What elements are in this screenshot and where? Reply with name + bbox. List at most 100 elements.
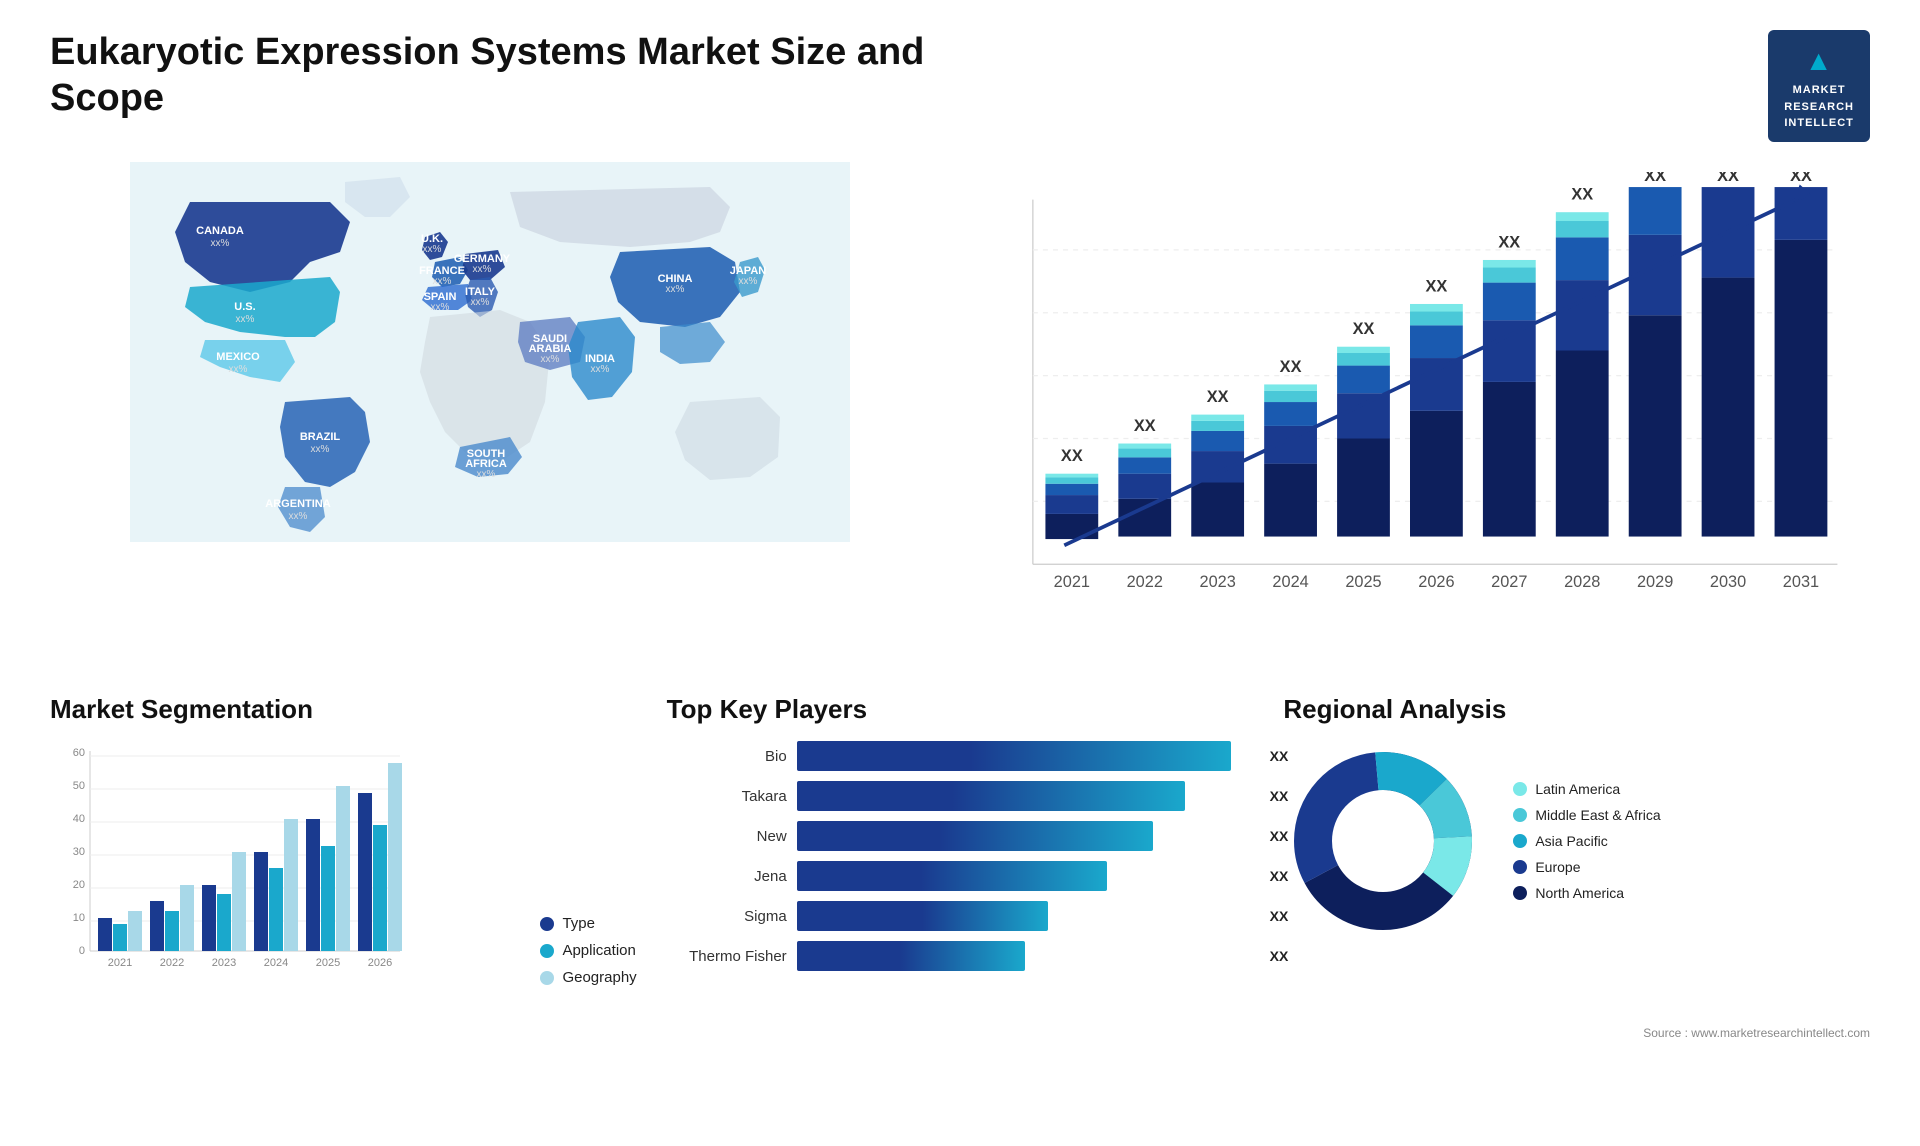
reg-label-europe: Europe xyxy=(1535,859,1580,875)
legend-type: Type xyxy=(540,915,636,932)
player-bar-fill-thermo xyxy=(797,941,1025,971)
svg-text:2023: 2023 xyxy=(212,957,236,969)
player-bar-fill-bio xyxy=(797,741,1231,771)
svg-text:xx%: xx% xyxy=(739,276,758,287)
reg-label-mea: Middle East & Africa xyxy=(1535,807,1660,823)
player-bar-fill-new xyxy=(797,821,1153,851)
legend-geography-label: Geography xyxy=(562,969,636,986)
svg-text:2022: 2022 xyxy=(1127,572,1163,590)
player-name-jena: Jena xyxy=(667,868,787,885)
svg-text:U.S.: U.S. xyxy=(234,301,255,313)
svg-text:xx%: xx% xyxy=(591,364,610,375)
svg-text:20: 20 xyxy=(73,879,85,891)
svg-text:2025: 2025 xyxy=(316,957,340,969)
reg-dot-mea xyxy=(1513,808,1527,822)
svg-text:MEXICO: MEXICO xyxy=(216,351,260,363)
svg-text:XX: XX xyxy=(1280,357,1302,375)
reg-dot-north-america xyxy=(1513,886,1527,900)
reg-legend-north-america: North America xyxy=(1513,885,1660,901)
svg-text:xx%: xx% xyxy=(289,511,308,522)
logo-box: ▲ MARKET RESEARCH INTELLECT xyxy=(1768,30,1870,142)
bar-chart-svg: XX XX XX XX xyxy=(970,172,1850,655)
svg-text:xx%: xx% xyxy=(473,264,492,275)
player-row-thermo: Thermo Fisher XX xyxy=(667,941,1254,971)
world-map: CANADA xx% U.S. xx% MEXICO xx% BRAZIL xx… xyxy=(50,162,930,665)
svg-text:2031: 2031 xyxy=(1783,572,1819,590)
svg-text:XX: XX xyxy=(1426,277,1448,295)
svg-text:2026: 2026 xyxy=(1418,572,1454,590)
svg-text:2028: 2028 xyxy=(1564,572,1600,590)
reg-legend-europe: Europe xyxy=(1513,859,1660,875)
svg-text:xx%: xx% xyxy=(423,244,442,255)
regional-title: Regional Analysis xyxy=(1283,694,1870,725)
player-name-bio: Bio xyxy=(667,748,787,765)
market-seg-title: Market Segmentation xyxy=(50,694,637,725)
svg-text:xx%: xx% xyxy=(477,469,496,480)
player-bar-bio: XX xyxy=(797,741,1254,771)
svg-text:XX: XX xyxy=(1061,447,1083,465)
svg-text:2021: 2021 xyxy=(108,957,132,969)
reg-dot-asia-pacific xyxy=(1513,834,1527,848)
legend-application: Application xyxy=(540,942,636,959)
svg-text:xx%: xx% xyxy=(431,302,450,313)
reg-dot-latin-america xyxy=(1513,782,1527,796)
svg-text:XX: XX xyxy=(1134,416,1156,434)
logo-line3: INTELLECT xyxy=(1784,115,1854,132)
svg-text:xx%: xx% xyxy=(236,314,255,325)
reg-legend-latin-america: Latin America xyxy=(1513,781,1660,797)
player-bar-fill-jena xyxy=(797,861,1108,891)
reg-label-asia-pacific: Asia Pacific xyxy=(1535,833,1607,849)
player-bar-new: XX xyxy=(797,821,1254,851)
logo-m-icon: ▲ xyxy=(1784,40,1854,82)
svg-text:xx%: xx% xyxy=(666,284,685,295)
svg-text:ARGENTINA: ARGENTINA xyxy=(265,498,330,510)
svg-text:xx%: xx% xyxy=(471,297,490,308)
regional-analysis: Regional Analysis xyxy=(1283,694,1870,1006)
svg-text:50: 50 xyxy=(73,780,85,792)
svg-text:30: 30 xyxy=(73,846,85,858)
svg-text:xx%: xx% xyxy=(541,354,560,365)
player-bar-fill-takara xyxy=(797,781,1185,811)
bar-chart-container: XX XX XX XX xyxy=(950,162,1870,665)
svg-text:2027: 2027 xyxy=(1491,572,1527,590)
reg-label-latin-america: Latin America xyxy=(1535,781,1620,797)
player-row-takara: Takara XX xyxy=(667,781,1254,811)
seg-chart-svg: 0 10 20 30 40 50 60 xyxy=(50,741,410,1001)
legend-dot-geography xyxy=(540,971,554,985)
players-list: Bio XX Takara XX New XX xyxy=(667,741,1254,971)
reg-legend-asia-pacific: Asia Pacific xyxy=(1513,833,1660,849)
svg-text:2025: 2025 xyxy=(1345,572,1381,590)
svg-text:XX: XX xyxy=(1207,388,1229,406)
seg-legend: Type Application Geography xyxy=(540,915,636,1006)
player-name-new: New xyxy=(667,828,787,845)
player-name-thermo: Thermo Fisher xyxy=(667,948,787,965)
svg-text:XX: XX xyxy=(1571,185,1593,203)
svg-text:xx%: xx% xyxy=(311,444,330,455)
svg-text:60: 60 xyxy=(73,747,85,759)
key-players-title: Top Key Players xyxy=(667,694,1254,725)
svg-text:2024: 2024 xyxy=(264,957,288,969)
player-row-jena: Jena XX xyxy=(667,861,1254,891)
player-row-sigma: Sigma XX xyxy=(667,901,1254,931)
svg-text:BRAZIL: BRAZIL xyxy=(300,431,341,443)
svg-text:XX: XX xyxy=(1717,172,1739,185)
key-players-section: Top Key Players Bio XX Takara XX New xyxy=(667,694,1254,1006)
reg-dot-europe xyxy=(1513,860,1527,874)
svg-text:XX: XX xyxy=(1353,320,1375,338)
legend-type-label: Type xyxy=(562,915,595,932)
svg-text:XX: XX xyxy=(1644,172,1666,185)
legend-geography: Geography xyxy=(540,969,636,986)
player-value-thermo: XX xyxy=(1270,948,1289,964)
logo-line2: RESEARCH xyxy=(1784,99,1854,116)
page-title: Eukaryotic Expression Systems Market Siz… xyxy=(50,30,950,121)
svg-text:2026: 2026 xyxy=(368,957,392,969)
svg-text:2021: 2021 xyxy=(1054,572,1090,590)
svg-text:2022: 2022 xyxy=(160,957,184,969)
player-row-bio: Bio XX xyxy=(667,741,1254,771)
regional-content: Latin America Middle East & Africa Asia … xyxy=(1283,741,1870,941)
player-bar-jena: XX xyxy=(797,861,1254,891)
svg-text:2029: 2029 xyxy=(1637,572,1673,590)
map-svg: CANADA xx% U.S. xx% MEXICO xx% BRAZIL xx… xyxy=(50,162,930,542)
bottom-section: Market Segmentation 0 10 20 30 40 50 60 xyxy=(50,694,1870,1006)
donut-chart xyxy=(1283,741,1483,941)
